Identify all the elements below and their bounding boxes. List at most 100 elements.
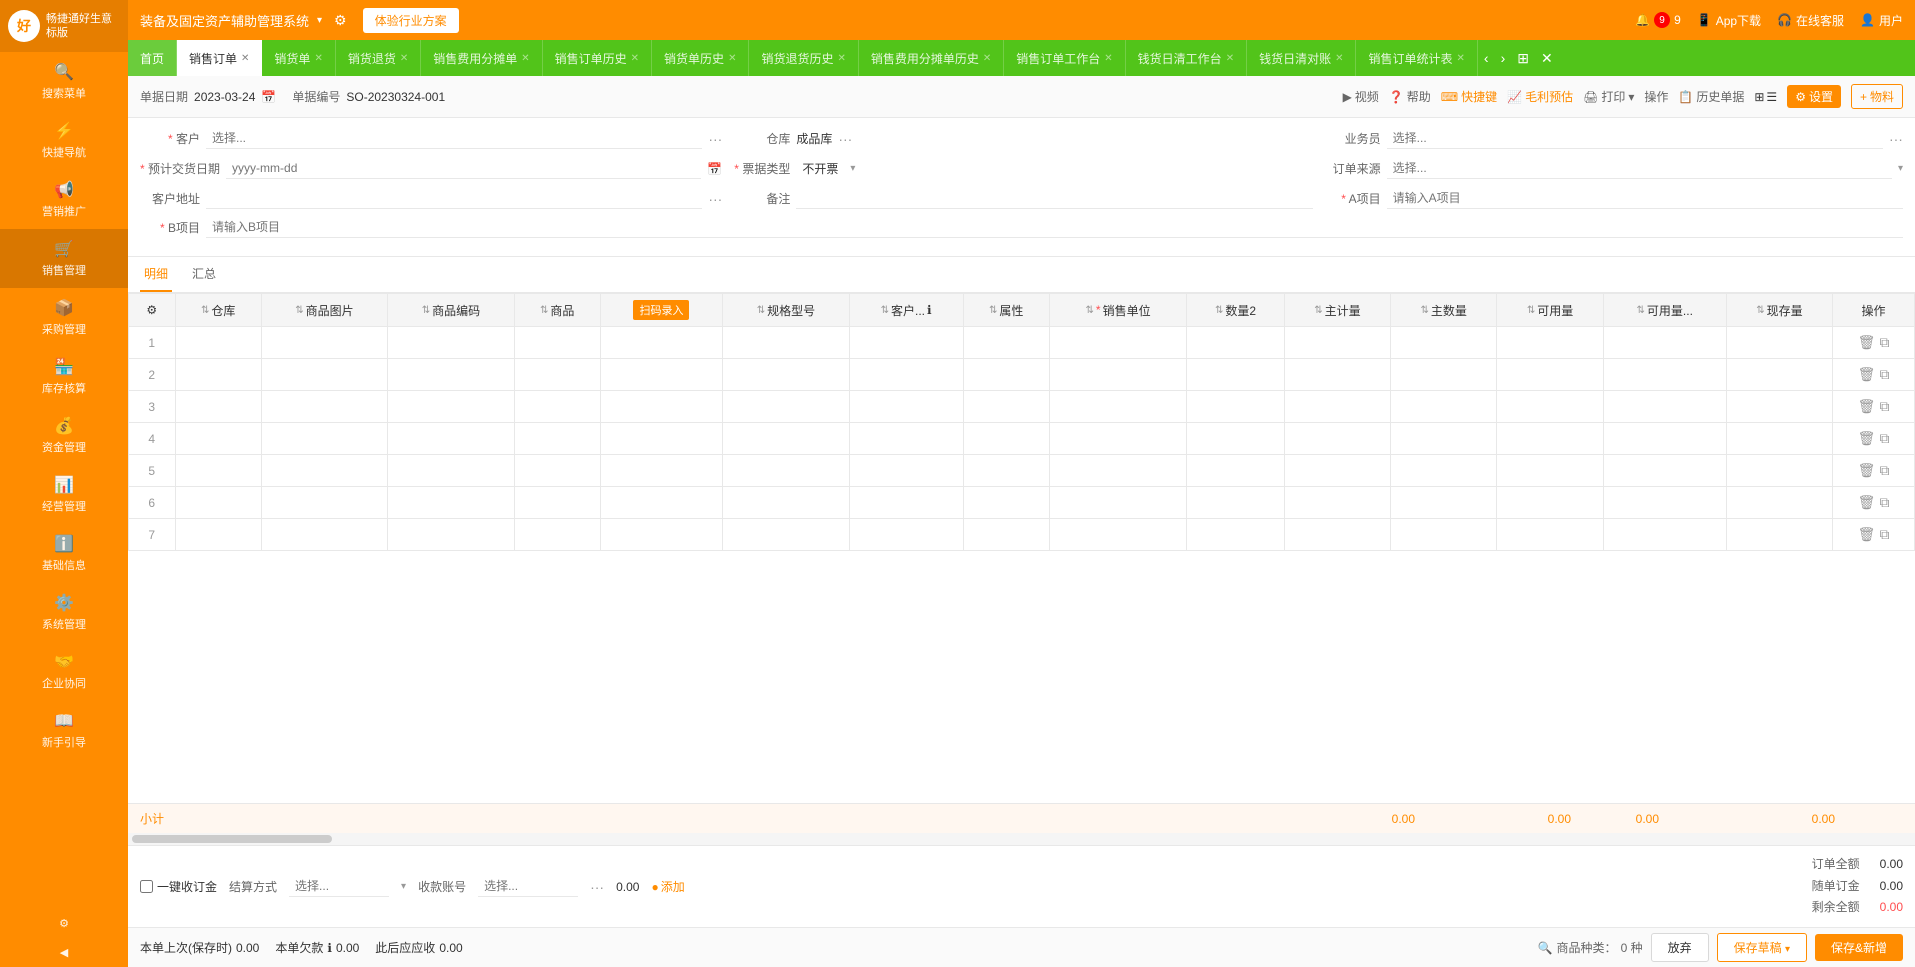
cell-stock[interactable] (1726, 327, 1832, 359)
cell-code[interactable] (388, 327, 514, 359)
cell-available2[interactable] (1603, 455, 1726, 487)
cell-spec[interactable] (723, 327, 849, 359)
invoice-dropdown-icon[interactable]: ▾ (850, 163, 855, 174)
row-copy-button[interactable]: ⧉ (1879, 462, 1889, 479)
row-copy-button[interactable]: ⧉ (1879, 398, 1889, 415)
tab-summary[interactable]: 汇总 (188, 257, 220, 292)
sidebar-item-finance[interactable]: 💰 资金管理 (0, 406, 128, 465)
sidebar-item-operations[interactable]: 📊 经营管理 (0, 465, 128, 524)
cell-image[interactable] (261, 423, 387, 455)
cell-available[interactable] (1497, 327, 1603, 359)
scroll-bar[interactable] (128, 833, 1915, 845)
tab-sales-order-history-close-icon[interactable]: ✕ (631, 53, 639, 64)
cell-attribute[interactable] (963, 455, 1049, 487)
cell-main-unit[interactable] (1284, 455, 1390, 487)
cell-qty2[interactable] (1187, 423, 1284, 455)
cell-available[interactable] (1497, 455, 1603, 487)
cell-qty2[interactable] (1187, 391, 1284, 423)
cell-image[interactable] (261, 391, 387, 423)
cell-available[interactable] (1497, 519, 1603, 551)
cell-customer-code[interactable] (849, 487, 963, 519)
order-source-input[interactable] (1387, 158, 1892, 179)
tab-sales-expense-history-close-icon[interactable]: ✕ (983, 53, 991, 64)
cell-stock[interactable] (1726, 391, 1832, 423)
cell-warehouse[interactable] (175, 327, 261, 359)
tab-sales-invoice-close-icon[interactable]: ✕ (314, 53, 322, 64)
tab-sales-order[interactable]: 销售订单 ✕ (177, 40, 262, 76)
row-delete-button[interactable]: 🗑 (1858, 526, 1876, 543)
cell-unit[interactable] (1049, 519, 1187, 551)
cell-customer-code[interactable] (849, 423, 963, 455)
cell-main-unit[interactable] (1284, 487, 1390, 519)
cell-unit[interactable] (1049, 391, 1187, 423)
tab-reconcile[interactable]: 钱货日清对账 ✕ (1247, 40, 1356, 76)
quick-order-check[interactable] (140, 880, 153, 893)
tab-sales-return-history[interactable]: 销货退货历史 ✕ (749, 40, 858, 76)
tab-sales-workbench[interactable]: 销售订单工作台 ✕ (1004, 40, 1125, 76)
tab-sales-return-close-icon[interactable]: ✕ (400, 53, 408, 64)
shortcut-action[interactable]: ⌨ 快捷键 (1441, 88, 1497, 105)
tab-sales-order-close-icon[interactable]: ✕ (241, 53, 249, 64)
cell-stock[interactable] (1726, 487, 1832, 519)
salesperson-input[interactable] (1387, 128, 1883, 149)
add-product-action[interactable]: + 物料 (1851, 84, 1903, 109)
col-header-spec[interactable]: ⇅ 规格型号 (723, 294, 849, 327)
row-copy-button[interactable]: ⧉ (1879, 430, 1889, 447)
col-header-unit[interactable]: ⇅ *销售单位 (1049, 294, 1187, 327)
cell-available[interactable] (1497, 359, 1603, 391)
cell-main-qty[interactable] (1391, 391, 1497, 423)
cell-product[interactable] (514, 391, 600, 423)
col-header-attribute[interactable]: ⇅ 属性 (963, 294, 1049, 327)
cell-unit[interactable] (1049, 359, 1187, 391)
a-project-input[interactable] (1387, 188, 1903, 209)
add-button[interactable]: ● 添加 (651, 878, 684, 895)
row-delete-button[interactable]: 🗑 (1858, 430, 1876, 447)
cell-attribute[interactable] (963, 423, 1049, 455)
cell-available2[interactable] (1603, 391, 1726, 423)
sidebar-item-system[interactable]: ⚙️ 系统管理 (0, 583, 128, 642)
grid-view-icon[interactable]: ⊞ (1754, 90, 1764, 104)
cell-main-unit[interactable] (1284, 519, 1390, 551)
cell-unit[interactable] (1049, 455, 1187, 487)
user-menu[interactable]: 👤 用户 (1860, 12, 1903, 29)
row-copy-button[interactable]: ⧉ (1879, 334, 1889, 351)
row-copy-button[interactable]: ⧉ (1879, 494, 1889, 511)
tab-expand-icon[interactable]: ⊞ (1511, 40, 1535, 76)
help-action[interactable]: ❓ 帮助 (1389, 88, 1431, 105)
calendar-icon[interactable]: 📅 (261, 90, 276, 104)
col-header-available[interactable]: ⇅ 可用量 (1497, 294, 1603, 327)
bank-account-more-icon[interactable]: ··· (590, 879, 604, 895)
tab-sales-expense-history[interactable]: 销售费用分摊单历史 ✕ (859, 40, 1004, 76)
cell-available[interactable] (1497, 391, 1603, 423)
cell-main-qty[interactable] (1391, 327, 1497, 359)
customer-address-input[interactable] (206, 188, 702, 209)
tab-sales-invoice-history-close-icon[interactable]: ✕ (728, 53, 736, 64)
row-delete-button[interactable]: 🗑 (1858, 398, 1876, 415)
topbar-gear-icon[interactable]: ⚙ (334, 12, 347, 29)
tab-daily-workbench-close-icon[interactable]: ✕ (1226, 53, 1234, 64)
tab-daily-workbench[interactable]: 钱货日清工作台 ✕ (1126, 40, 1247, 76)
warehouse-more-icon[interactable]: ··· (838, 131, 852, 147)
tab-reconcile-close-icon[interactable]: ✕ (1335, 53, 1343, 64)
col-header-image[interactable]: ⇅ 商品图片 (261, 294, 387, 327)
bank-account-input[interactable] (478, 876, 578, 897)
row-delete-button[interactable]: 🗑 (1858, 334, 1876, 351)
cell-image[interactable] (261, 519, 387, 551)
cell-available2[interactable] (1603, 519, 1726, 551)
quick-order-checkbox[interactable]: 一键收订金 (140, 878, 217, 895)
cell-main-qty[interactable] (1391, 519, 1497, 551)
cell-code[interactable] (388, 359, 514, 391)
sidebar-item-quick-nav[interactable]: ⚡ 快捷导航 (0, 111, 128, 170)
cell-code[interactable] (388, 423, 514, 455)
tab-sales-invoice[interactable]: 销货单 ✕ (262, 40, 335, 76)
cell-image[interactable] (261, 487, 387, 519)
cell-warehouse[interactable] (175, 455, 261, 487)
sidebar-item-guide[interactable]: 📖 新手引导 (0, 701, 128, 760)
sidebar-item-inventory[interactable]: 🏪 库存核算 (0, 347, 128, 406)
cell-attribute[interactable] (963, 519, 1049, 551)
sidebar-settings-btn[interactable]: ⚙ (0, 909, 128, 938)
profit-action[interactable]: 📈 毛利预估 (1507, 88, 1573, 105)
b-project-input[interactable] (206, 217, 1903, 238)
discard-button[interactable]: 放弃 (1651, 933, 1709, 962)
cell-main-unit[interactable] (1284, 423, 1390, 455)
